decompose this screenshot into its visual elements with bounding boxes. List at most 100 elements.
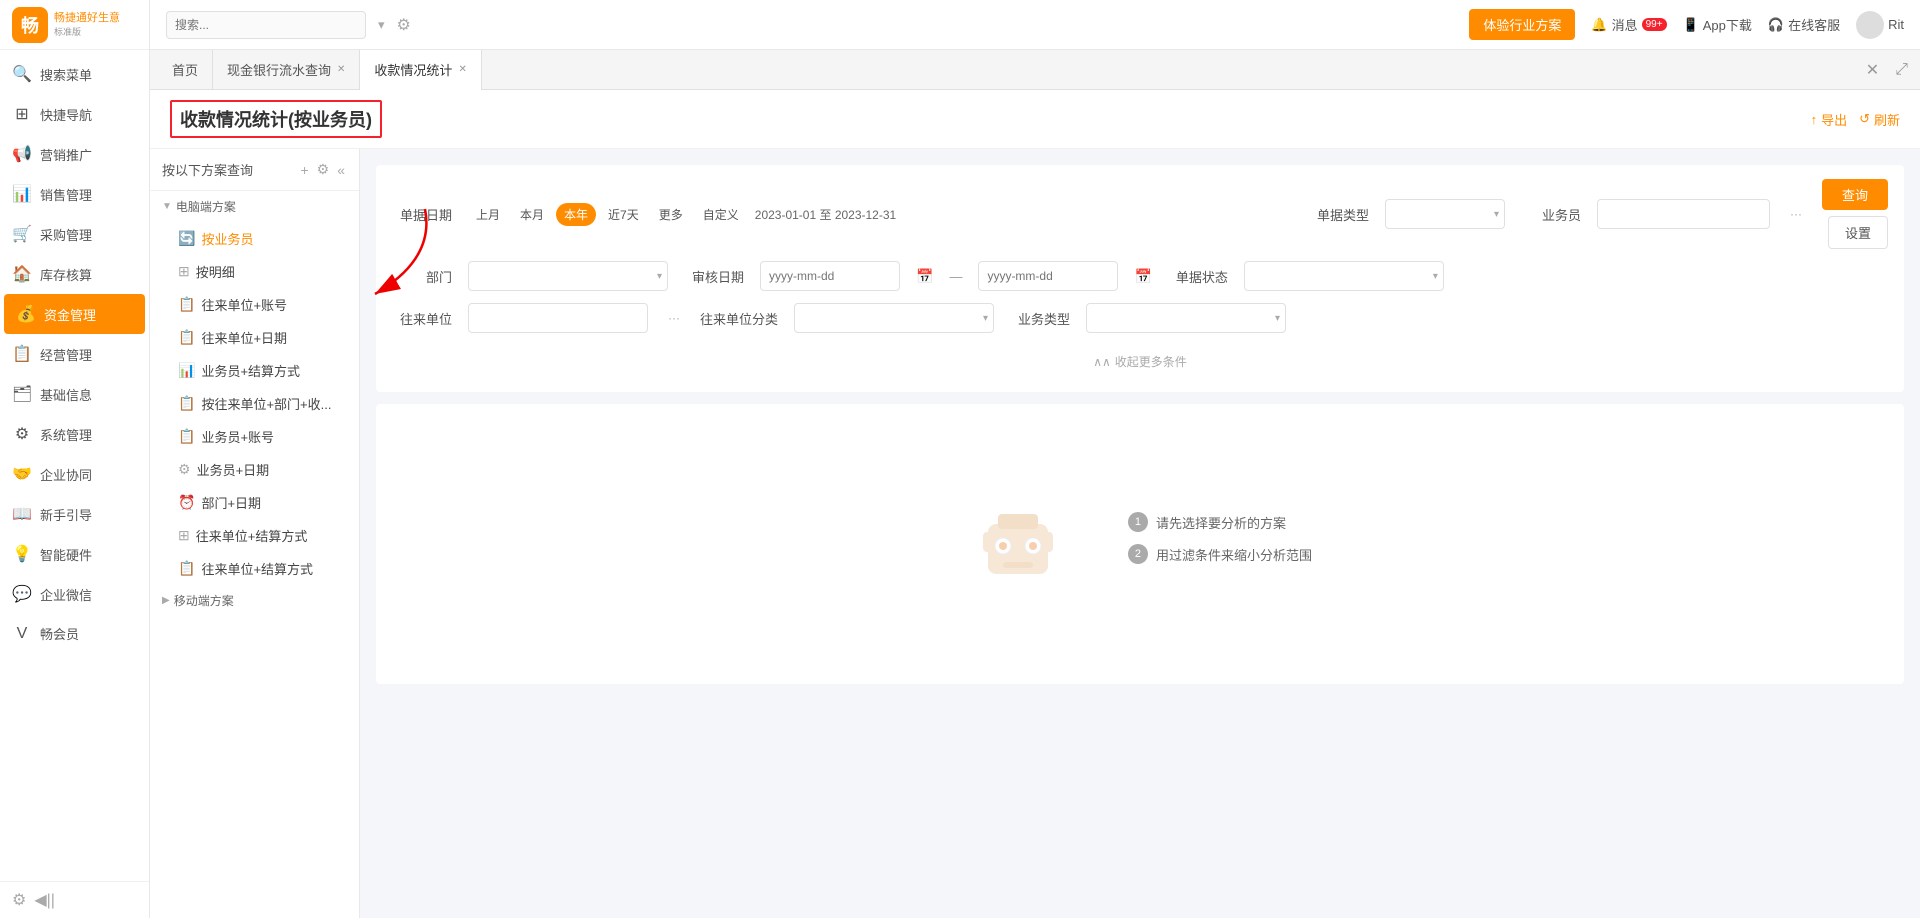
- topbar-settings-icon[interactable]: ⚙: [397, 15, 411, 35]
- notification-btn[interactable]: 🔔 消息 99+: [1591, 15, 1666, 34]
- tree-item-by-salesperson[interactable]: 🔄 按业务员: [166, 222, 359, 255]
- tree-mobile-group[interactable]: ▶ 移动端方案: [150, 585, 359, 616]
- filter-area: 单据日期 上月 本月 本年 近7天 更多 自定义 2023-01-01 至 20…: [376, 165, 1904, 392]
- date-tab-this-year[interactable]: 本年: [556, 203, 596, 226]
- sidebar-item-collab[interactable]: 🤝 企业协同: [0, 454, 149, 494]
- sidebar-item-wechat[interactable]: 💬 企业微信: [0, 574, 149, 614]
- salesperson-input[interactable]: [1597, 199, 1770, 229]
- date-tab-this-month[interactable]: 本月: [512, 203, 552, 226]
- tree-item-partner-account[interactable]: 📋 往来单位+账号: [166, 288, 359, 321]
- tree-label-partner-date: 往来单位+日期: [201, 328, 287, 347]
- app-download-btn[interactable]: 📱 App下载: [1683, 15, 1752, 34]
- sidebar-item-finance[interactable]: 💰 资金管理: [4, 294, 145, 334]
- tree-item-salesperson-settlement[interactable]: 📊 业务员+结算方式: [166, 354, 359, 387]
- step-1-num: 1: [1128, 512, 1148, 532]
- tree-item-partner-date[interactable]: 📋 往来单位+日期: [166, 321, 359, 354]
- tree-item-dept-date[interactable]: ⏰ 部门+日期: [166, 486, 359, 519]
- sidebar-item-inventory[interactable]: 🏠 库存核算: [0, 254, 149, 294]
- tab-expand-btn[interactable]: ⤢: [1891, 56, 1912, 84]
- tree-icon-sp-account: 📋: [178, 428, 195, 445]
- audit-date-end-calendar-icon[interactable]: 📅: [1134, 268, 1151, 285]
- partner-more-btn[interactable]: ···: [664, 311, 684, 325]
- tree-item-partner-settlement2[interactable]: 📋 往来单位+结算方式: [166, 552, 359, 585]
- refresh-btn[interactable]: ↺ 刷新: [1859, 110, 1900, 129]
- sidebar-item-member[interactable]: V 畅会员: [0, 614, 149, 653]
- business-type-select[interactable]: [1086, 303, 1286, 333]
- audit-date-end[interactable]: [978, 261, 1118, 291]
- export-label: 导出: [1821, 110, 1847, 129]
- dept-select[interactable]: [468, 261, 668, 291]
- sidebar-item-sales[interactable]: 📊 销售管理: [0, 174, 149, 214]
- date-tab-custom[interactable]: 自定义: [695, 203, 747, 226]
- export-btn[interactable]: ↑ 导出: [1811, 110, 1848, 129]
- sidebar-item-marketing[interactable]: 📢 营销推广: [0, 134, 149, 174]
- user-info[interactable]: Rit: [1856, 11, 1904, 39]
- customer-service-btn[interactable]: 🎧 在线客服: [1768, 15, 1840, 34]
- audit-date-start-calendar-icon[interactable]: 📅: [916, 268, 933, 285]
- doc-type-select[interactable]: [1385, 199, 1505, 229]
- sidebar-item-basic[interactable]: 🗂 基础信息: [0, 374, 149, 414]
- date-tab-more[interactable]: 更多: [651, 203, 691, 226]
- doc-status-select[interactable]: [1244, 261, 1444, 291]
- tab-collection[interactable]: 收款情况统计 ✕: [360, 50, 481, 90]
- audit-date-start[interactable]: [760, 261, 900, 291]
- salesperson-more-btn[interactable]: ···: [1786, 207, 1806, 221]
- tree-item-partner-settlement1[interactable]: ⊞ 往来单位+结算方式: [166, 519, 359, 552]
- dept-label: 部门: [392, 267, 452, 286]
- tree-label-sp-date: 业务员+日期: [197, 460, 270, 479]
- filter-row-1: 单据日期 上月 本月 本年 近7天 更多 自定义 2023-01-01 至 20…: [392, 179, 1888, 249]
- date-tab-last-month[interactable]: 上月: [468, 203, 508, 226]
- sidebar-item-system[interactable]: ⚙ 系统管理: [0, 414, 149, 454]
- sidebar-item-quicknav[interactable]: ⊞ 快捷导航: [0, 94, 149, 134]
- tree-item-sp-date[interactable]: ⚙ 业务员+日期: [166, 453, 359, 486]
- sidebar-item-hardware[interactable]: 💡 智能硬件: [0, 534, 149, 574]
- scheme-settings-btn[interactable]: ⚙: [315, 159, 332, 180]
- sidebar-item-search[interactable]: 🔍 搜索菜单: [0, 54, 149, 94]
- collapse-panel-btn[interactable]: «: [335, 159, 347, 180]
- tab-collection-close-icon[interactable]: ✕: [458, 64, 466, 75]
- tab-home[interactable]: 首页: [158, 50, 213, 90]
- sidebar-bottom: ⚙ ◀||: [0, 881, 149, 918]
- tree-item-sp-account[interactable]: 📋 业务员+账号: [166, 420, 359, 453]
- tree-item-partner-dept[interactable]: 📋 按往来单位+部门+收...: [166, 387, 359, 420]
- tree-label-partner-account: 往来单位+账号: [201, 295, 287, 314]
- topbar-dropdown-icon[interactable]: ▾: [378, 17, 385, 33]
- tree-icon-dept-date: ⏰: [178, 494, 195, 511]
- guide-icon: 📖: [12, 504, 32, 524]
- filter-row-3: 往来单位 ··· 往来单位分类 业务类型: [392, 303, 1888, 333]
- page-header-actions: ↑ 导出 ↺ 刷新: [1811, 110, 1900, 129]
- tree-desktop-group[interactable]: ▼ 电脑端方案: [150, 191, 359, 222]
- body-area: 按以下方案查询 + ⚙ « ▼ 电脑端方案 🔄 按业务员: [150, 149, 1920, 918]
- trial-button[interactable]: 体验行业方案: [1469, 9, 1575, 40]
- tabbar: 首页 现金银行流水查询 ✕ 收款情况统计 ✕ ✕ ⤢: [150, 50, 1920, 90]
- partner-category-wrap: [794, 303, 994, 333]
- query-button[interactable]: 查询: [1822, 179, 1888, 210]
- date-tabs: 上月 本月 本年 近7天 更多 自定义: [468, 203, 747, 226]
- collapse-filters-btn[interactable]: ∧∧ 收起更多条件: [392, 345, 1888, 378]
- settings-bottom-icon[interactable]: ⚙: [12, 890, 26, 910]
- tab-bank[interactable]: 现金银行流水查询 ✕: [213, 50, 360, 90]
- settings-button[interactable]: 设置: [1828, 216, 1888, 249]
- tab-close-all-btn[interactable]: ✕: [1862, 56, 1883, 84]
- bell-icon: 🔔: [1591, 17, 1607, 33]
- tree-item-by-detail[interactable]: ⊞ 按明细: [166, 255, 359, 288]
- sidebar-item-guide[interactable]: 📖 新手引导: [0, 494, 149, 534]
- tree-icon-ps2: 📋: [178, 560, 195, 577]
- left-panel: 按以下方案查询 + ⚙ « ▼ 电脑端方案 🔄 按业务员: [150, 149, 360, 918]
- partner-input[interactable]: [468, 303, 648, 333]
- tab-bank-close-icon[interactable]: ✕: [337, 64, 345, 75]
- doc-status-select-wrap: [1244, 261, 1444, 291]
- topbar: ▾ ⚙ 体验行业方案 🔔 消息 99+ 📱 App下载 🎧 在线客服 Rit: [150, 0, 1920, 50]
- partner-category-select[interactable]: [794, 303, 994, 333]
- collapse-sidebar-icon[interactable]: ◀||: [34, 890, 55, 910]
- add-scheme-btn[interactable]: +: [298, 159, 310, 180]
- doc-type-label: 单据类型: [1309, 205, 1369, 224]
- date-tab-7days[interactable]: 近7天: [600, 203, 647, 226]
- sidebar-item-search-label: 搜索菜单: [40, 65, 92, 84]
- sidebar-item-quicknav-label: 快捷导航: [40, 105, 92, 124]
- sidebar-item-operations[interactable]: 📋 经营管理: [0, 334, 149, 374]
- tree-icon-partner-date: 📋: [178, 329, 195, 346]
- sidebar-item-purchase[interactable]: 🛒 采购管理: [0, 214, 149, 254]
- empty-step-1: 1 请先选择要分析的方案: [1128, 512, 1312, 532]
- topbar-search-input[interactable]: [166, 11, 366, 39]
